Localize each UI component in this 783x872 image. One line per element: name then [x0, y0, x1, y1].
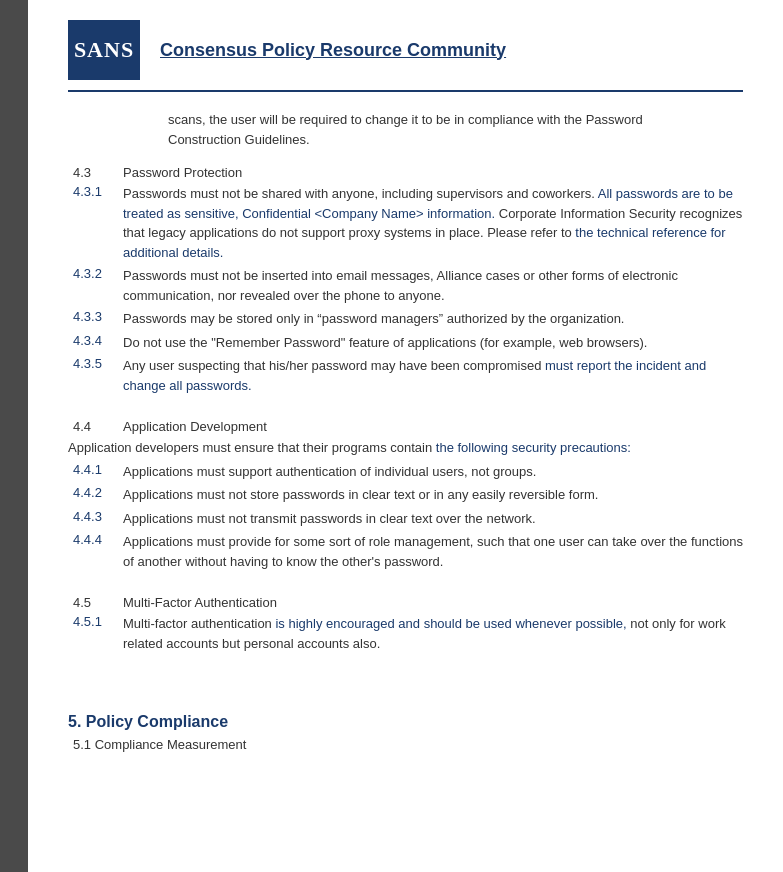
page-title: Consensus Policy Resource Community: [160, 40, 506, 61]
section-4-4: 4.4 Application Development Application …: [68, 419, 743, 571]
section-4-3-header: 4.3 Password Protection: [68, 165, 743, 180]
section-4-3-num: 4.3: [68, 165, 123, 180]
subsection-4-4-3: 4.4.3 Applications must not transmit pas…: [68, 509, 743, 529]
page-header: SANS Consensus Policy Resource Community: [68, 20, 743, 92]
logo-text: SANS: [74, 37, 134, 63]
section-4-3-title: Password Protection: [123, 165, 242, 180]
subsection-4-4-4: 4.4.4 Applications must provide for some…: [68, 532, 743, 571]
sans-logo: SANS: [68, 20, 140, 80]
section-4-4-num: 4.4: [68, 419, 123, 434]
section-4-5-title: Multi-Factor Authentication: [123, 595, 277, 610]
section-4-5-num: 4.5: [68, 595, 123, 610]
section-4-4-title: Application Development: [123, 419, 267, 434]
section-5-title: 5. Policy Compliance: [68, 713, 743, 731]
subsection-4-4-2: 4.4.2 Applications must not store passwo…: [68, 485, 743, 505]
section-4-4-header: 4.4 Application Development: [68, 419, 743, 434]
section-5: 5. Policy Compliance 5.1 Compliance Meas…: [68, 713, 743, 752]
section-4-3: 4.3 Password Protection 4.3.1 Passwords …: [68, 165, 743, 395]
subsection-4-3-1: 4.3.1 Passwords must not be shared with …: [68, 184, 743, 262]
section-4-5-header: 4.5 Multi-Factor Authentication: [68, 595, 743, 610]
section-4-5: 4.5 Multi-Factor Authentication 4.5.1 Mu…: [68, 595, 743, 653]
subsection-4-5-1: 4.5.1 Multi-factor authentication is hig…: [68, 614, 743, 653]
subsection-4-3-4: 4.3.4 Do not use the "Remember Password"…: [68, 333, 743, 353]
section-5-sub: 5.1 Compliance Measurement: [68, 737, 743, 752]
left-sidebar: [0, 0, 28, 872]
subsection-4-3-2: 4.3.2 Passwords must not be inserted int…: [68, 266, 743, 305]
subsection-4-4-1: 4.4.1 Applications must support authenti…: [68, 462, 743, 482]
subsection-4-3-5: 4.3.5 Any user suspecting that his/her p…: [68, 356, 743, 395]
subsection-4-3-3: 4.3.3 Passwords may be stored only in “p…: [68, 309, 743, 329]
intro-text: scans, the user will be required to chan…: [168, 110, 743, 149]
app-dev-intro: Application developers must ensure that …: [68, 438, 743, 458]
main-content: SANS Consensus Policy Resource Community…: [28, 0, 783, 872]
